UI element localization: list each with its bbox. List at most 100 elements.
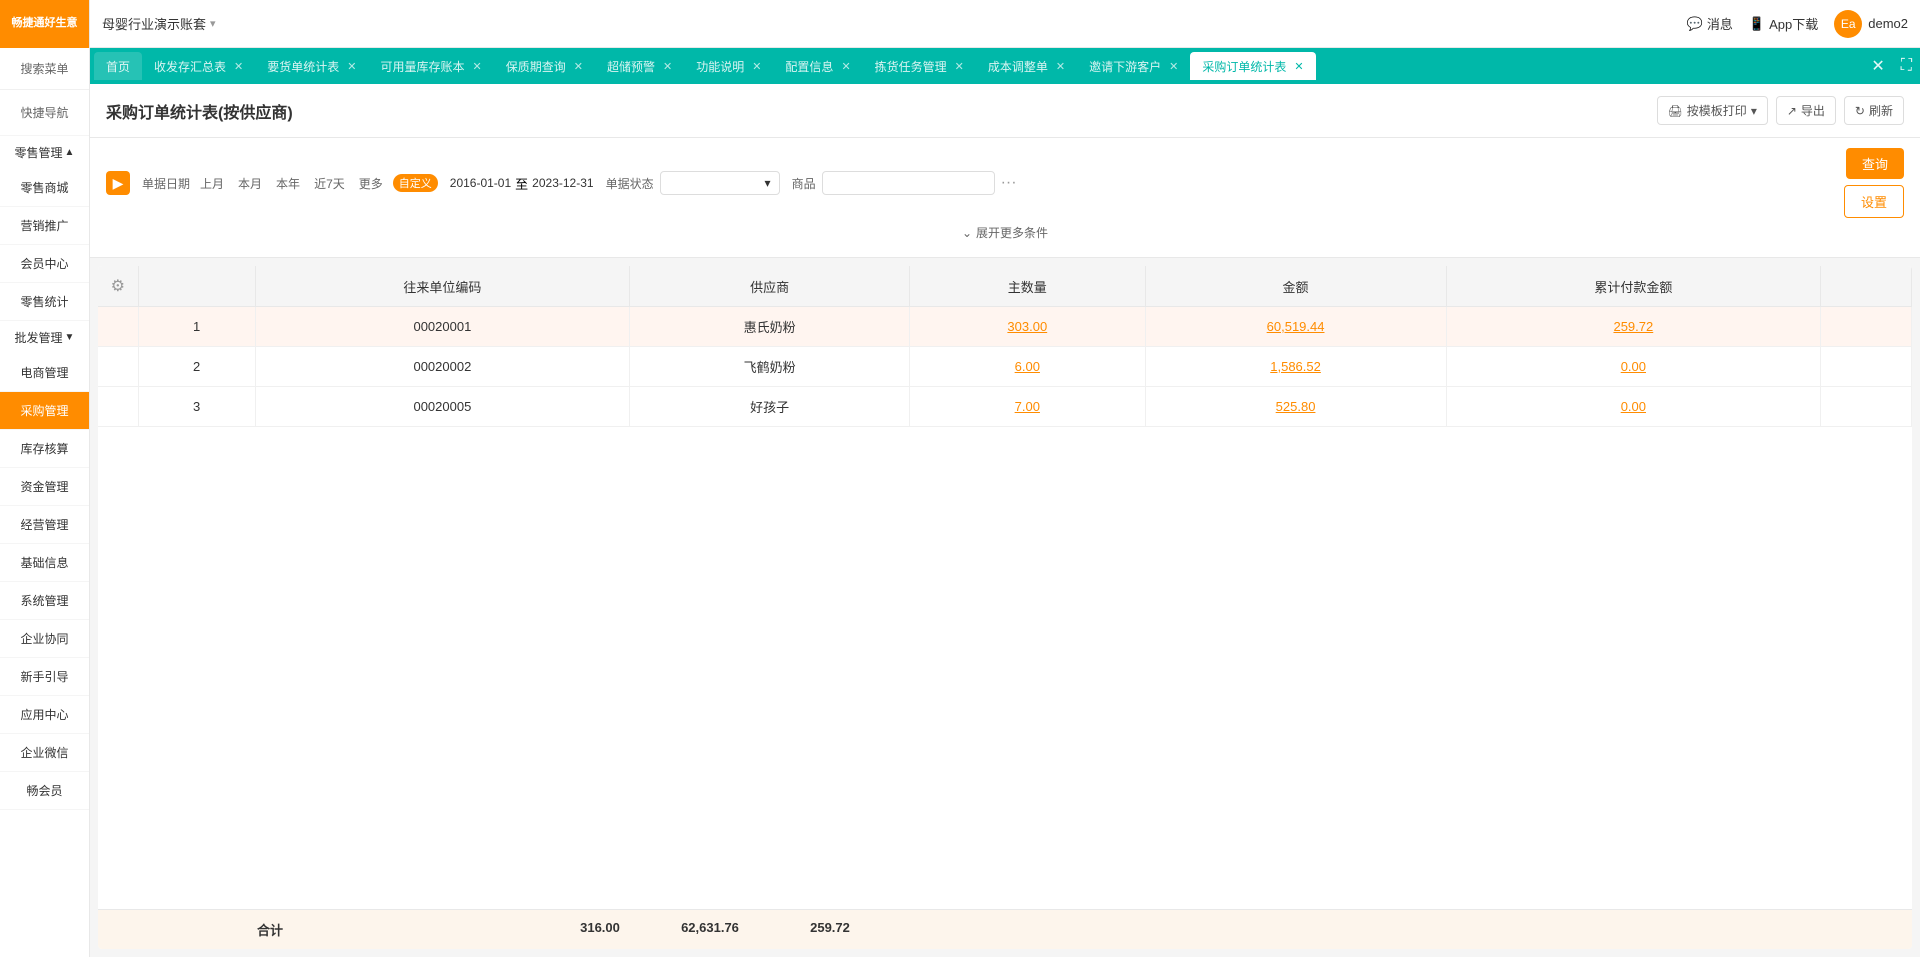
sidebar-search[interactable]: 搜索菜单 (0, 48, 89, 90)
tabbar: 首页 收发存汇总表 ✕ 要货单统计表 ✕ 可用量库存账本 ✕ 保质期查询 ✕ 超… (90, 48, 1920, 84)
workspace-selector[interactable]: 母婴行业演示账套 ▾ (102, 14, 216, 33)
tab-label: 保质期查询 (506, 58, 566, 75)
settings-button[interactable]: 设置 (1844, 185, 1904, 218)
export-label: 导出 (1801, 102, 1825, 119)
sidebar-item-wholesale[interactable]: 批发管理 ▼ (0, 321, 89, 354)
sidebar-item-enterprise[interactable]: 企业协同 (0, 620, 89, 658)
sidebar-item-retail-store[interactable]: 零售商城 (0, 169, 89, 207)
close-icon[interactable]: ✕ (347, 60, 356, 73)
filter-toggle-btn[interactable]: ▶ (106, 171, 130, 195)
tab-label: 超储预警 (607, 58, 655, 75)
row-amount[interactable]: 525.80 (1145, 387, 1446, 427)
row-settings (98, 307, 138, 347)
row-amount[interactable]: 60,519.44 (1145, 307, 1446, 347)
page-content: 采购订单统计表(按供应商) 🖨 按模板打印 ▾ ↗ 导出 ↻ 刷新 (90, 84, 1920, 957)
chevron-down-icon: ▾ (210, 17, 216, 30)
goods-input[interactable] (822, 171, 995, 195)
data-table: ⚙ 往来单位编码 供应商 主数量 金额 累计付款金额 1 (98, 266, 1912, 427)
row-supplier: 飞鹤奶粉 (630, 347, 910, 387)
row-paid[interactable]: 0.00 (1446, 387, 1820, 427)
app-download-btn[interactable]: 📱 App下载 (1749, 14, 1818, 33)
close-icon[interactable]: ✕ (234, 60, 243, 73)
close-icon[interactable]: ✕ (955, 60, 964, 73)
close-icon[interactable]: ✕ (473, 60, 482, 73)
sidebar-item-operations[interactable]: 经营管理 (0, 506, 89, 544)
export-button[interactable]: ↗ 导出 (1776, 96, 1836, 125)
row-paid[interactable]: 259.72 (1446, 307, 1820, 347)
tab-receive-summary[interactable]: 收发存汇总表 ✕ (142, 52, 255, 80)
row-supplier: 好孩子 (630, 387, 910, 427)
shortcut-this-month[interactable]: 本月 (234, 173, 266, 194)
shortcut-this-year[interactable]: 本年 (272, 173, 304, 194)
sidebar-item-finance[interactable]: 资金管理 (0, 468, 89, 506)
maximize-btn[interactable]: ⛶ (1897, 55, 1916, 77)
expand-more-btn[interactable]: ⌄ 展开更多条件 (962, 224, 1048, 241)
tab-cost-adjust[interactable]: 成本调整单 ✕ (976, 52, 1077, 80)
close-icon[interactable]: ✕ (1294, 60, 1303, 73)
sidebar-item-system[interactable]: 系统管理 (0, 582, 89, 620)
close-icon[interactable]: ✕ (752, 60, 761, 73)
tab-expiry-query[interactable]: 保质期查询 ✕ (494, 52, 595, 80)
sidebar-item-ecommerce[interactable]: 电商管理 (0, 354, 89, 392)
tab-function-desc[interactable]: 功能说明 ✕ (684, 52, 773, 80)
close-icon[interactable]: ✕ (663, 60, 672, 73)
tab-label: 邀请下游客户 (1089, 58, 1161, 75)
more-options-icon[interactable]: ··· (1001, 174, 1017, 192)
page-title: 采购订单统计表(按供应商) (106, 99, 293, 135)
close-icon[interactable]: ✕ (1169, 60, 1178, 73)
close-icon[interactable]: ✕ (574, 60, 583, 73)
chevron-down-icon: ▾ (1751, 104, 1757, 118)
status-select[interactable]: ▾ (660, 171, 780, 195)
sidebar-item-inventory[interactable]: 库存核算 (0, 430, 89, 468)
col-settings[interactable]: ⚙ (98, 266, 138, 307)
search-label[interactable]: 搜索菜单 (6, 56, 83, 81)
close-all-tabs-btn[interactable]: ✕ (1867, 54, 1888, 78)
sidebar-item-marketing[interactable]: 营销推广 (0, 207, 89, 245)
sidebar-item-app-center[interactable]: 应用中心 (0, 696, 89, 734)
tab-home[interactable]: 首页 (94, 52, 142, 80)
date-filter-label: 单据日期 (142, 175, 190, 192)
sidebar-item-retail-stats[interactable]: 零售统计 (0, 283, 89, 321)
tab-available-inventory[interactable]: 可用量库存账本 ✕ (368, 52, 493, 80)
message-btn[interactable]: 💬 消息 (1687, 14, 1733, 33)
sidebar-item-basic-info[interactable]: 基础信息 (0, 544, 89, 582)
logo-text: 畅捷通好生意 (12, 17, 78, 30)
sidebar-item-retail-mgmt[interactable]: 零售管理 ▲ (0, 136, 89, 169)
sidebar-item-purchase[interactable]: 采购管理 (0, 392, 89, 430)
tab-label: 要货单统计表 (267, 58, 339, 75)
row-paid[interactable]: 0.00 (1446, 347, 1820, 387)
tab-label: 收发存汇总表 (154, 58, 226, 75)
row-amount[interactable]: 1,586.52 (1145, 347, 1446, 387)
tab-overstock-alert[interactable]: 超储预警 ✕ (595, 52, 684, 80)
sidebar-item-member-center[interactable]: 会员中心 (0, 245, 89, 283)
shortcut-more[interactable]: 更多 (355, 173, 387, 194)
user-profile[interactable]: Ea demo2 (1834, 10, 1908, 38)
date-separator: 至 (515, 174, 528, 193)
tab-picking-task[interactable]: 拣货任务管理 ✕ (863, 52, 976, 80)
tab-purchase-summary[interactable]: 采购订单统计表 ✕ (1190, 52, 1315, 80)
settings-icon[interactable]: ⚙ (111, 278, 125, 295)
avatar-text: Ea (1841, 17, 1856, 31)
print-button[interactable]: 🖨 按模板打印 ▾ (1657, 96, 1768, 125)
tab-goods-summary[interactable]: 要货单统计表 ✕ (255, 52, 368, 80)
row-qty[interactable]: 7.00 (910, 387, 1145, 427)
refresh-label: 刷新 (1869, 102, 1893, 119)
sidebar-nav-label[interactable]: 快捷导航 (0, 90, 89, 136)
row-qty[interactable]: 6.00 (910, 347, 1145, 387)
row-index: 2 (138, 347, 255, 387)
close-icon[interactable]: ✕ (841, 60, 850, 73)
footer-paid: 259.72 (770, 920, 890, 939)
table-footer: 合计 316.00 62,631.76 259.72 (98, 909, 1912, 949)
sidebar-item-enterprise-wechat[interactable]: 企业微信 (0, 734, 89, 772)
shortcut-7days[interactable]: 近7天 (310, 173, 349, 194)
row-qty[interactable]: 303.00 (910, 307, 1145, 347)
close-icon[interactable]: ✕ (1056, 60, 1065, 73)
refresh-button[interactable]: ↻ 刷新 (1844, 96, 1904, 125)
query-button[interactable]: 查询 (1846, 148, 1904, 179)
tab-invite-downstream[interactable]: 邀请下游客户 ✕ (1077, 52, 1190, 80)
tab-config-info[interactable]: 配置信息 ✕ (773, 52, 862, 80)
topbar: 母婴行业演示账套 ▾ 💬 消息 📱 App下载 Ea demo2 (90, 0, 1920, 48)
sidebar-item-new-guide[interactable]: 新手引导 (0, 658, 89, 696)
shortcut-last-month[interactable]: 上月 (196, 173, 228, 194)
sidebar-item-vip[interactable]: 畅会员 (0, 772, 89, 810)
